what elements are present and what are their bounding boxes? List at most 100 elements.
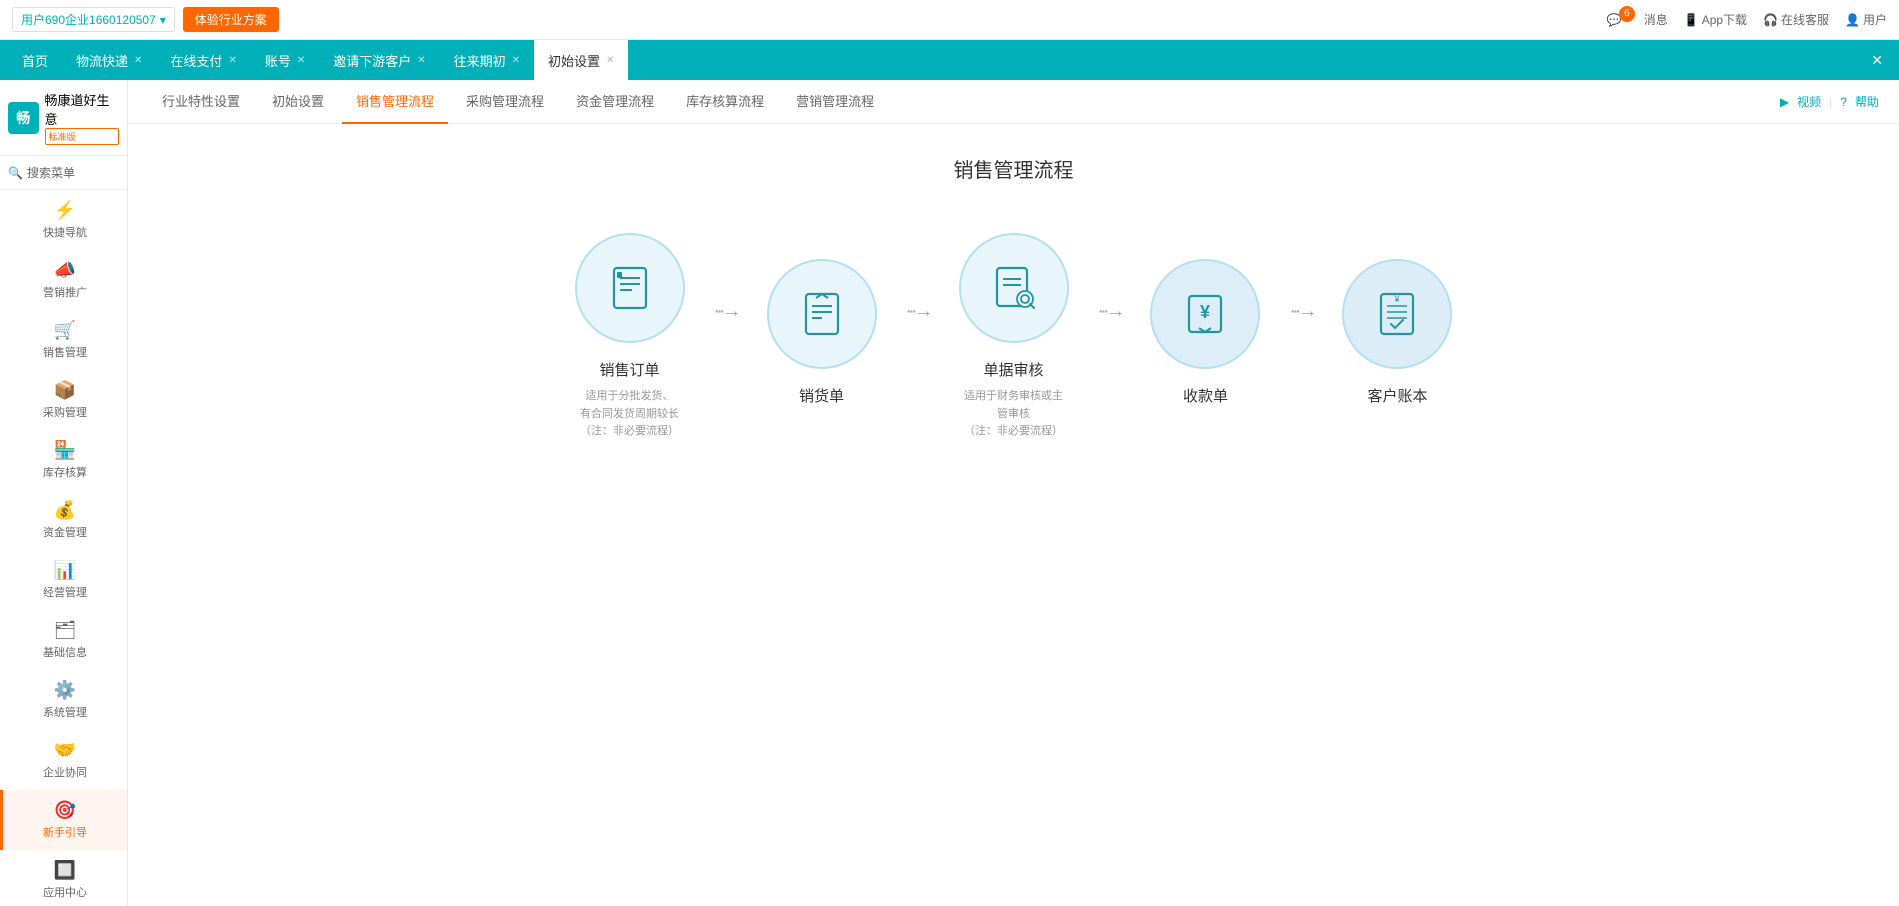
guide-label: 新手引导 bbox=[43, 824, 87, 840]
system-icon: ⚙️ bbox=[54, 680, 76, 701]
inventory-icon: 🏪 bbox=[54, 440, 76, 461]
flow-arrow-4: ···→ bbox=[1289, 300, 1313, 373]
flow-step-account-book[interactable]: ¥ 客户账本 bbox=[1317, 259, 1477, 414]
subtab-purchase-flow-label: 采购管理流程 bbox=[466, 91, 544, 110]
avatar-icon: 👤 bbox=[1845, 13, 1860, 27]
sidebar-item-quick[interactable]: ⚡ 快捷导航 bbox=[0, 190, 127, 250]
page-content: 销售管理流程 销售订单 适用于分批发货、有合同发货周期较长（ bbox=[128, 124, 1899, 906]
collab-icon: 🤝 bbox=[54, 740, 76, 761]
subtab-finance-flow-label: 资金管理流程 bbox=[576, 91, 654, 110]
subtab-init[interactable]: 初始设置 bbox=[258, 80, 338, 124]
basic-label: 基础信息 bbox=[43, 644, 87, 660]
collab-label: 企业协同 bbox=[43, 764, 87, 780]
chevron-down-icon: ▾ bbox=[160, 13, 166, 27]
nav-tab-logistics[interactable]: 物流快递 ✕ bbox=[62, 40, 156, 80]
video-label[interactable]: 视频 bbox=[1797, 93, 1821, 110]
subtab-sales-flow[interactable]: 销售管理流程 bbox=[342, 80, 448, 124]
subtab-industry[interactable]: 行业特性设置 bbox=[148, 80, 254, 124]
search-label: 搜索菜单 bbox=[27, 164, 75, 181]
subtab-inventory-flow-label: 库存核算流程 bbox=[686, 91, 764, 110]
flow-arrow-3: ···→ bbox=[1098, 300, 1122, 373]
subtab-marketing-flow-label: 营销管理流程 bbox=[796, 91, 874, 110]
flow-diagram: 销售订单 适用于分批发货、有合同发货周期较长（注：非必要流程） ···→ bbox=[148, 233, 1879, 441]
sidebar-item-appstore[interactable]: 🔲 应用中心 bbox=[0, 850, 127, 906]
nav-tab-account[interactable]: 账号 ✕ bbox=[251, 40, 319, 80]
nav-tab-home-label: 首页 bbox=[22, 51, 48, 70]
flow-name-receipt: 收款单 bbox=[1183, 385, 1228, 406]
user-select[interactable]: 用户690企业1660120507 ▾ bbox=[12, 7, 175, 32]
sidebar-item-system[interactable]: ⚙️ 系统管理 bbox=[0, 670, 127, 730]
nav-tab-payment[interactable]: 在线支付 ✕ bbox=[156, 40, 250, 80]
message-badge: 6 bbox=[1619, 6, 1635, 22]
video-icon: ▶ bbox=[1780, 95, 1789, 109]
nav-tab-init[interactable]: 初始设置 ✕ bbox=[534, 40, 628, 80]
flow-name-audit: 单据审核 bbox=[983, 359, 1043, 380]
help-label[interactable]: 帮助 bbox=[1855, 93, 1879, 110]
sidebar-item-operation[interactable]: 📊 经营管理 bbox=[0, 550, 127, 610]
nav-tab-payment-close[interactable]: ✕ bbox=[228, 55, 236, 66]
app-download-button[interactable]: 📱 App下载 bbox=[1684, 11, 1747, 28]
sidebar-item-basic[interactable]: 🗂 基础信息 bbox=[0, 610, 127, 670]
nav-tab-logistics-close[interactable]: ✕ bbox=[134, 55, 142, 66]
sidebar-item-collab[interactable]: 🤝 企业协同 bbox=[0, 730, 127, 790]
nav-tab-invite-label: 邀请下游客户 bbox=[333, 51, 411, 70]
inventory-label: 库存核算 bbox=[43, 464, 87, 480]
nav-close-all[interactable]: ✕ bbox=[1863, 52, 1891, 69]
marketing-icon: 📣 bbox=[54, 260, 76, 281]
topbar-right: 💬 6 消息 📱 App下载 🎧 在线客服 👤 用户 bbox=[1607, 11, 1887, 28]
flow-step-sales-order[interactable]: 销售订单 适用于分批发货、有合同发货周期较长（注：非必要流程） bbox=[550, 233, 710, 441]
sales-icon: 🛒 bbox=[54, 320, 76, 341]
flow-step-audit[interactable]: 单据审核 适用于财务审核或主管审核（注：非必要流程） bbox=[934, 233, 1094, 441]
subtab-finance-flow[interactable]: 资金管理流程 bbox=[562, 80, 668, 124]
subtabs: 行业特性设置 初始设置 销售管理流程 采购管理流程 资金管理流程 库存核算流程 … bbox=[128, 80, 1899, 124]
subtab-marketing-flow[interactable]: 营销管理流程 bbox=[782, 80, 888, 124]
sidebar-item-sales[interactable]: 🛒 销售管理 bbox=[0, 310, 127, 370]
purchase-label: 采购管理 bbox=[43, 404, 87, 420]
invoice-icon bbox=[796, 288, 848, 340]
nav-tab-invite[interactable]: 邀请下游客户 ✕ bbox=[319, 40, 439, 80]
nav-tab-history[interactable]: 往来期初 ✕ bbox=[440, 40, 534, 80]
appstore-icon: 🔲 bbox=[54, 860, 76, 881]
logo-tag: 标准版 bbox=[45, 128, 119, 145]
flow-desc-audit: 适用于财务审核或主管审核（注：非必要流程） bbox=[964, 388, 1063, 441]
flow-step-invoice[interactable]: 销货单 bbox=[742, 259, 902, 414]
flow-arrow-1: ···→ bbox=[714, 300, 738, 373]
sidebar-item-purchase[interactable]: 📦 采购管理 bbox=[0, 370, 127, 430]
page-title: 销售管理流程 bbox=[954, 154, 1074, 183]
subtab-purchase-flow[interactable]: 采购管理流程 bbox=[452, 80, 558, 124]
user-label: 用户690企业1660120507 bbox=[21, 11, 156, 28]
quick-label: 快捷导航 bbox=[43, 224, 87, 240]
app-icon: 📱 bbox=[1684, 13, 1699, 27]
sidebar-item-marketing[interactable]: 📣 营销推广 bbox=[0, 250, 127, 310]
subtab-helper: ▶ 视频 | ? 帮助 bbox=[1780, 93, 1879, 110]
operation-icon: 📊 bbox=[54, 560, 76, 581]
nav-tab-account-close[interactable]: ✕ bbox=[297, 55, 305, 66]
sidebar-item-inventory[interactable]: 🏪 库存核算 bbox=[0, 430, 127, 490]
logo-text-container: 畅康道好生意 标准版 bbox=[45, 90, 119, 145]
subtab-inventory-flow[interactable]: 库存核算流程 bbox=[672, 80, 778, 124]
flow-circle-audit bbox=[959, 233, 1069, 343]
flow-name-invoice: 销货单 bbox=[799, 385, 844, 406]
message-button[interactable]: 💬 6 消息 bbox=[1607, 11, 1668, 28]
trial-button[interactable]: 体验行业方案 bbox=[183, 7, 279, 32]
nav-tab-invite-close[interactable]: ✕ bbox=[417, 55, 425, 66]
logo-text: 畅康道好生意 bbox=[45, 90, 119, 128]
user-avatar[interactable]: 👤 用户 bbox=[1845, 11, 1887, 28]
headset-icon: 🎧 bbox=[1763, 13, 1778, 27]
nav-tab-home[interactable]: 首页 bbox=[8, 40, 62, 80]
flow-circle-receipt: ¥ bbox=[1150, 259, 1260, 369]
nav-tab-history-close[interactable]: ✕ bbox=[512, 55, 520, 66]
flow-step-receipt[interactable]: ¥ 收款单 bbox=[1125, 259, 1285, 414]
search-icon: 🔍 bbox=[8, 166, 23, 180]
sidebar-item-guide[interactable]: 🎯 新手引导 bbox=[0, 790, 127, 850]
flow-desc-sales-order: 适用于分批发货、有合同发货周期较长（注：非必要流程） bbox=[580, 388, 679, 441]
service-button[interactable]: 🎧 在线客服 bbox=[1763, 11, 1829, 28]
nav-tab-init-close[interactable]: ✕ bbox=[606, 55, 614, 66]
sidebar-item-finance[interactable]: 💰 资金管理 bbox=[0, 490, 127, 550]
flow-name-sales-order: 销售订单 bbox=[600, 359, 660, 380]
nav-tab-logistics-label: 物流快递 bbox=[76, 51, 128, 70]
flow-name-account-book: 客户账本 bbox=[1367, 385, 1427, 406]
topbar: 用户690企业1660120507 ▾ 体验行业方案 💬 6 消息 📱 App下… bbox=[0, 0, 1899, 40]
sidebar-search[interactable]: 🔍 搜索菜单 bbox=[0, 156, 127, 190]
app-label: App下载 bbox=[1702, 11, 1747, 28]
